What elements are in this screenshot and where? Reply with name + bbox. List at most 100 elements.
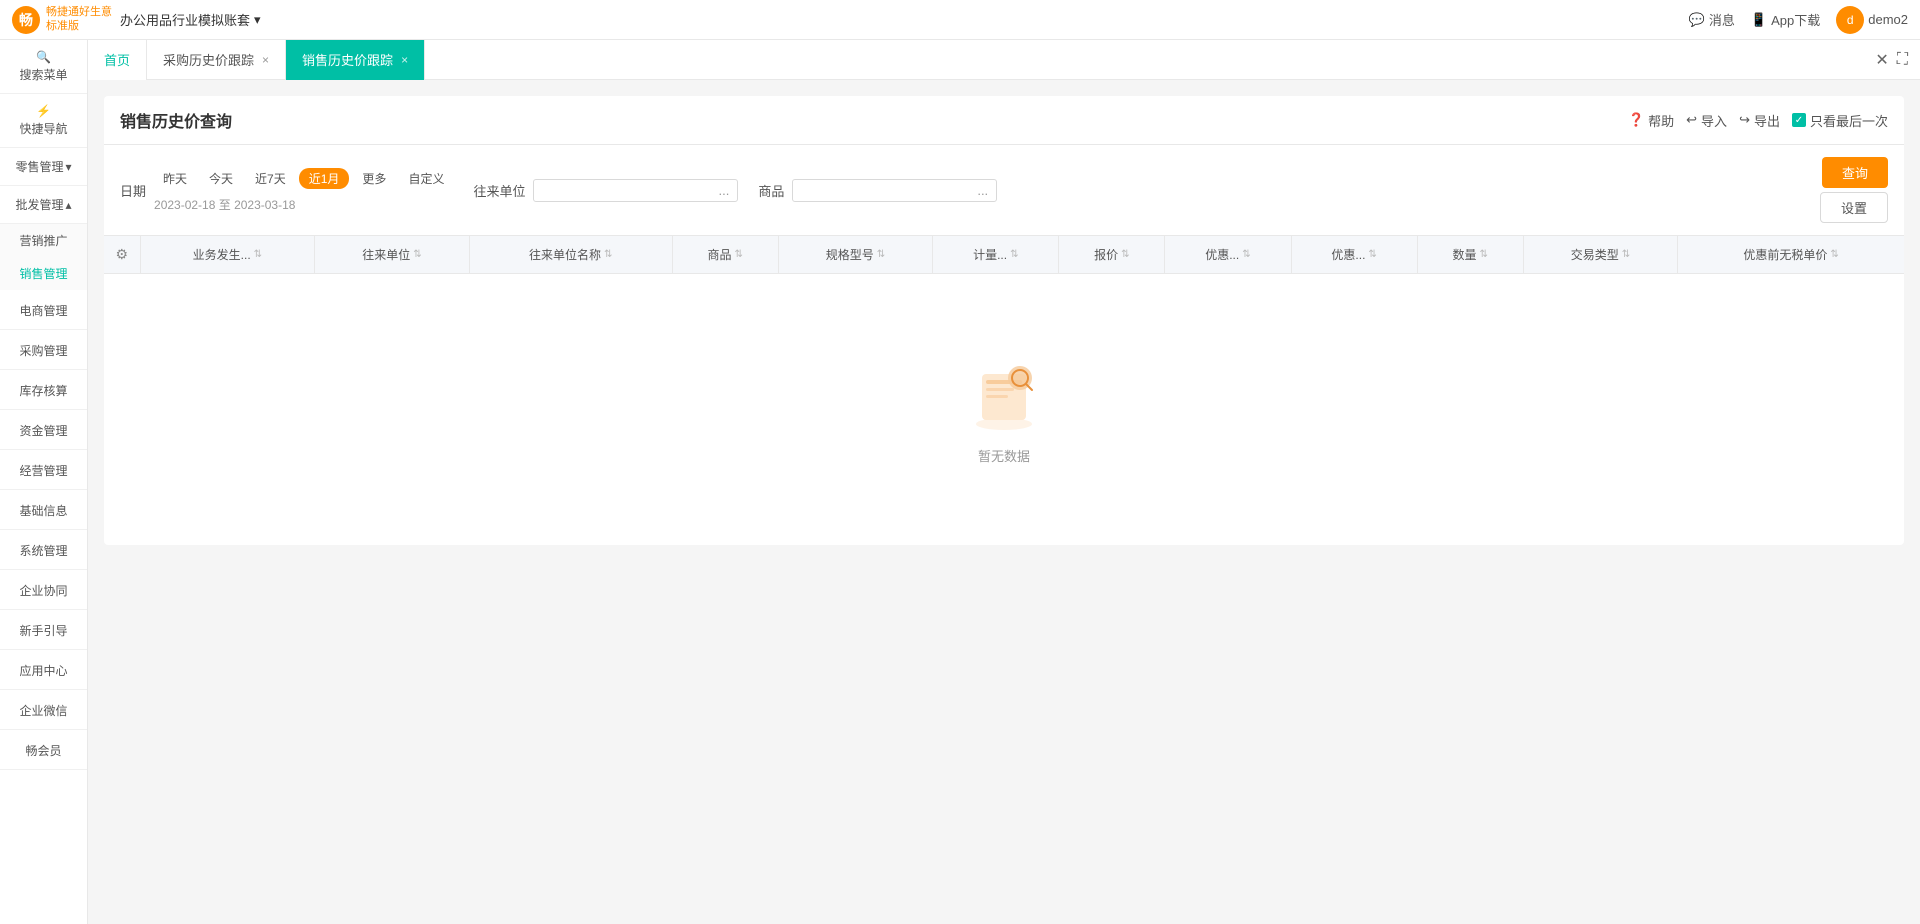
sort-icon: ⇅ xyxy=(1121,249,1129,260)
partner-input[interactable] xyxy=(542,183,718,198)
top-bar-left: 畅 畅捷通好生意 标准版 办公用品行业模拟账套 ▾ xyxy=(12,6,261,34)
help-action[interactable]: ❓ 帮助 xyxy=(1628,111,1674,130)
goods-input[interactable] xyxy=(801,183,977,198)
table-header-row: ⚙ 业务发生...⇅ 往来单位⇅ 往来单位名称⇅ xyxy=(104,236,1904,274)
tab-purchase-history[interactable]: 采购历史价跟踪 × xyxy=(147,40,286,80)
sort-icon: ⇅ xyxy=(1622,249,1630,260)
sidebar-item-marketing[interactable]: 营销推广 xyxy=(0,224,87,257)
only-last-checkbox[interactable]: ✓ xyxy=(1792,113,1806,127)
sort-icon: ⇅ xyxy=(735,249,743,260)
tab-sales-history[interactable]: 销售历史价跟踪 × xyxy=(286,40,425,80)
sidebar-item-member[interactable]: 畅会员 xyxy=(0,730,87,770)
query-button[interactable]: 查询 xyxy=(1822,157,1888,188)
content-area: 首页 采购历史价跟踪 × 销售历史价跟踪 × ✕ ⛶ 销售历史价查询 xyxy=(88,40,1920,924)
partner-filter: 往来单位 ... xyxy=(473,179,738,202)
sidebar-item-inventory[interactable]: 库存核算 xyxy=(0,370,87,410)
download-icon: 📱 xyxy=(1751,12,1767,28)
sidebar-item-search-menu[interactable]: 🔍 搜索菜单 xyxy=(0,40,87,94)
table-head: ⚙ 业务发生...⇅ 往来单位⇅ 往来单位名称⇅ xyxy=(104,236,1904,274)
date-filter-col: 昨天 今天 近7天 近1月 更多 自定义 2023-02-18 至 2023-0… xyxy=(154,167,453,213)
th-partner[interactable]: 往来单位⇅ xyxy=(315,236,469,274)
settings-button[interactable]: 设置 xyxy=(1820,192,1888,223)
th-qty[interactable]: 数量⇅ xyxy=(1417,236,1523,274)
sidebar-item-wechat[interactable]: 企业微信 xyxy=(0,690,87,730)
tab-home[interactable]: 首页 xyxy=(88,40,147,80)
goods-input-wrap[interactable]: ... xyxy=(792,179,997,202)
th-price[interactable]: 报价⇅ xyxy=(1059,236,1165,274)
sort-icon: ⇅ xyxy=(413,249,421,260)
date-btn-more[interactable]: 更多 xyxy=(353,167,395,190)
th-discount2[interactable]: 优惠...⇅ xyxy=(1291,236,1417,274)
top-bar: 畅 畅捷通好生意 标准版 办公用品行业模拟账套 ▾ 💬 消息 📱 App下载 d… xyxy=(0,0,1920,40)
th-gear: ⚙ xyxy=(104,236,140,274)
th-biz-date[interactable]: 业务发生...⇅ xyxy=(140,236,315,274)
message-icon: 💬 xyxy=(1689,12,1705,28)
sort-icon: ⇅ xyxy=(1010,249,1018,260)
user-profile[interactable]: d demo2 xyxy=(1836,6,1908,34)
sidebar-item-basic-info[interactable]: 基础信息 xyxy=(0,490,87,530)
sidebar-item-guide[interactable]: 新手引导 xyxy=(0,610,87,650)
sidebar-item-operation[interactable]: 经营管理 xyxy=(0,450,87,490)
import-action[interactable]: ↩ 导入 xyxy=(1686,111,1727,130)
sidebar: 🔍 搜索菜单 ⚡ 快捷导航 零售管理 ▾ 批发管理 ▴ 营销推广 销售管理 电商… xyxy=(0,40,88,924)
app-selector[interactable]: 办公用品行业模拟账套 ▾ xyxy=(120,10,261,29)
empty-state: 暂无数据 xyxy=(104,274,1904,545)
gear-icon[interactable]: ⚙ xyxy=(115,246,128,262)
sidebar-item-sales-mgmt[interactable]: 销售管理 xyxy=(0,257,87,290)
partner-ellipsis[interactable]: ... xyxy=(718,183,729,198)
chevron-down-icon: ▾ xyxy=(254,12,261,28)
th-spec[interactable]: 规格型号⇅ xyxy=(778,236,932,274)
date-buttons: 昨天 今天 近7天 近1月 更多 自定义 xyxy=(154,167,453,190)
logo-text: 畅捷通好生意 标准版 xyxy=(46,6,112,32)
help-icon: ❓ xyxy=(1628,112,1644,128)
sidebar-item-collab[interactable]: 企业协同 xyxy=(0,570,87,610)
main-layout: 🔍 搜索菜单 ⚡ 快捷导航 零售管理 ▾ 批发管理 ▴ 营销推广 销售管理 电商… xyxy=(0,40,1920,924)
tab-bar-actions: ✕ ⛶ xyxy=(1875,50,1920,70)
top-bar-right: 💬 消息 📱 App下载 d demo2 xyxy=(1689,6,1908,34)
download-action[interactable]: 📱 App下载 xyxy=(1751,10,1820,29)
date-filter: 日期 昨天 今天 近7天 近1月 更多 自定义 2023-02-18 至 202… xyxy=(120,167,453,213)
sidebar-item-wholesale[interactable]: 批发管理 ▴ xyxy=(0,186,87,224)
avatar: d xyxy=(1836,6,1864,34)
th-unit[interactable]: 计量...⇅ xyxy=(933,236,1059,274)
sort-icon: ⇅ xyxy=(1480,249,1488,260)
sidebar-item-app-center[interactable]: 应用中心 xyxy=(0,650,87,690)
empty-svg xyxy=(964,354,1044,434)
th-goods[interactable]: 商品⇅ xyxy=(672,236,778,274)
th-trade-type[interactable]: 交易类型⇅ xyxy=(1523,236,1677,274)
tab-close-all-icon[interactable]: ✕ xyxy=(1875,50,1888,70)
logo-icon: 畅 xyxy=(12,6,40,34)
th-discount1[interactable]: 优惠...⇅ xyxy=(1165,236,1291,274)
message-action[interactable]: 💬 消息 xyxy=(1689,10,1735,29)
sidebar-item-purchase[interactable]: 采购管理 xyxy=(0,330,87,370)
sidebar-item-quick-nav[interactable]: ⚡ 快捷导航 xyxy=(0,94,87,148)
data-table: ⚙ 业务发生...⇅ 往来单位⇅ 往来单位名称⇅ xyxy=(104,236,1904,274)
th-pre-tax-price[interactable]: 优惠前无税单价⇅ xyxy=(1678,236,1904,274)
sort-icon: ⇅ xyxy=(254,249,262,260)
chevron-down-icon: ▾ xyxy=(65,160,71,174)
export-action[interactable]: ↪ 导出 xyxy=(1739,111,1780,130)
date-btn-yesterday[interactable]: 昨天 xyxy=(154,167,196,190)
sidebar-item-retail[interactable]: 零售管理 ▾ xyxy=(0,148,87,186)
date-btn-1month[interactable]: 近1月 xyxy=(299,168,350,189)
tab-close-purchase[interactable]: × xyxy=(262,53,269,67)
tab-fullscreen-icon[interactable]: ⛶ xyxy=(1897,51,1908,69)
table-wrap: ⚙ 业务发生...⇅ 往来单位⇅ 往来单位名称⇅ xyxy=(104,236,1904,545)
only-last-area: ✓ 只看最后一次 xyxy=(1792,111,1888,130)
date-btn-7days[interactable]: 近7天 xyxy=(246,167,295,190)
empty-image xyxy=(964,354,1044,434)
tab-close-sales[interactable]: × xyxy=(401,53,408,67)
sidebar-item-system[interactable]: 系统管理 xyxy=(0,530,87,570)
logo-area: 畅 畅捷通好生意 标准版 xyxy=(12,6,112,34)
th-partner-name[interactable]: 往来单位名称⇅ xyxy=(469,236,672,274)
goods-ellipsis[interactable]: ... xyxy=(977,183,988,198)
page-content: 销售历史价查询 ❓ 帮助 ↩ 导入 ↪ 导出 ✓ xyxy=(88,80,1920,924)
sort-icon: ⇅ xyxy=(877,249,885,260)
date-btn-custom[interactable]: 自定义 xyxy=(399,167,453,190)
sidebar-item-ecommerce[interactable]: 电商管理 xyxy=(0,290,87,330)
date-btn-today[interactable]: 今天 xyxy=(200,167,242,190)
import-icon: ↩ xyxy=(1686,112,1697,128)
partner-input-wrap[interactable]: ... xyxy=(533,179,738,202)
sidebar-item-finance[interactable]: 资金管理 xyxy=(0,410,87,450)
empty-text: 暂无数据 xyxy=(978,446,1030,465)
